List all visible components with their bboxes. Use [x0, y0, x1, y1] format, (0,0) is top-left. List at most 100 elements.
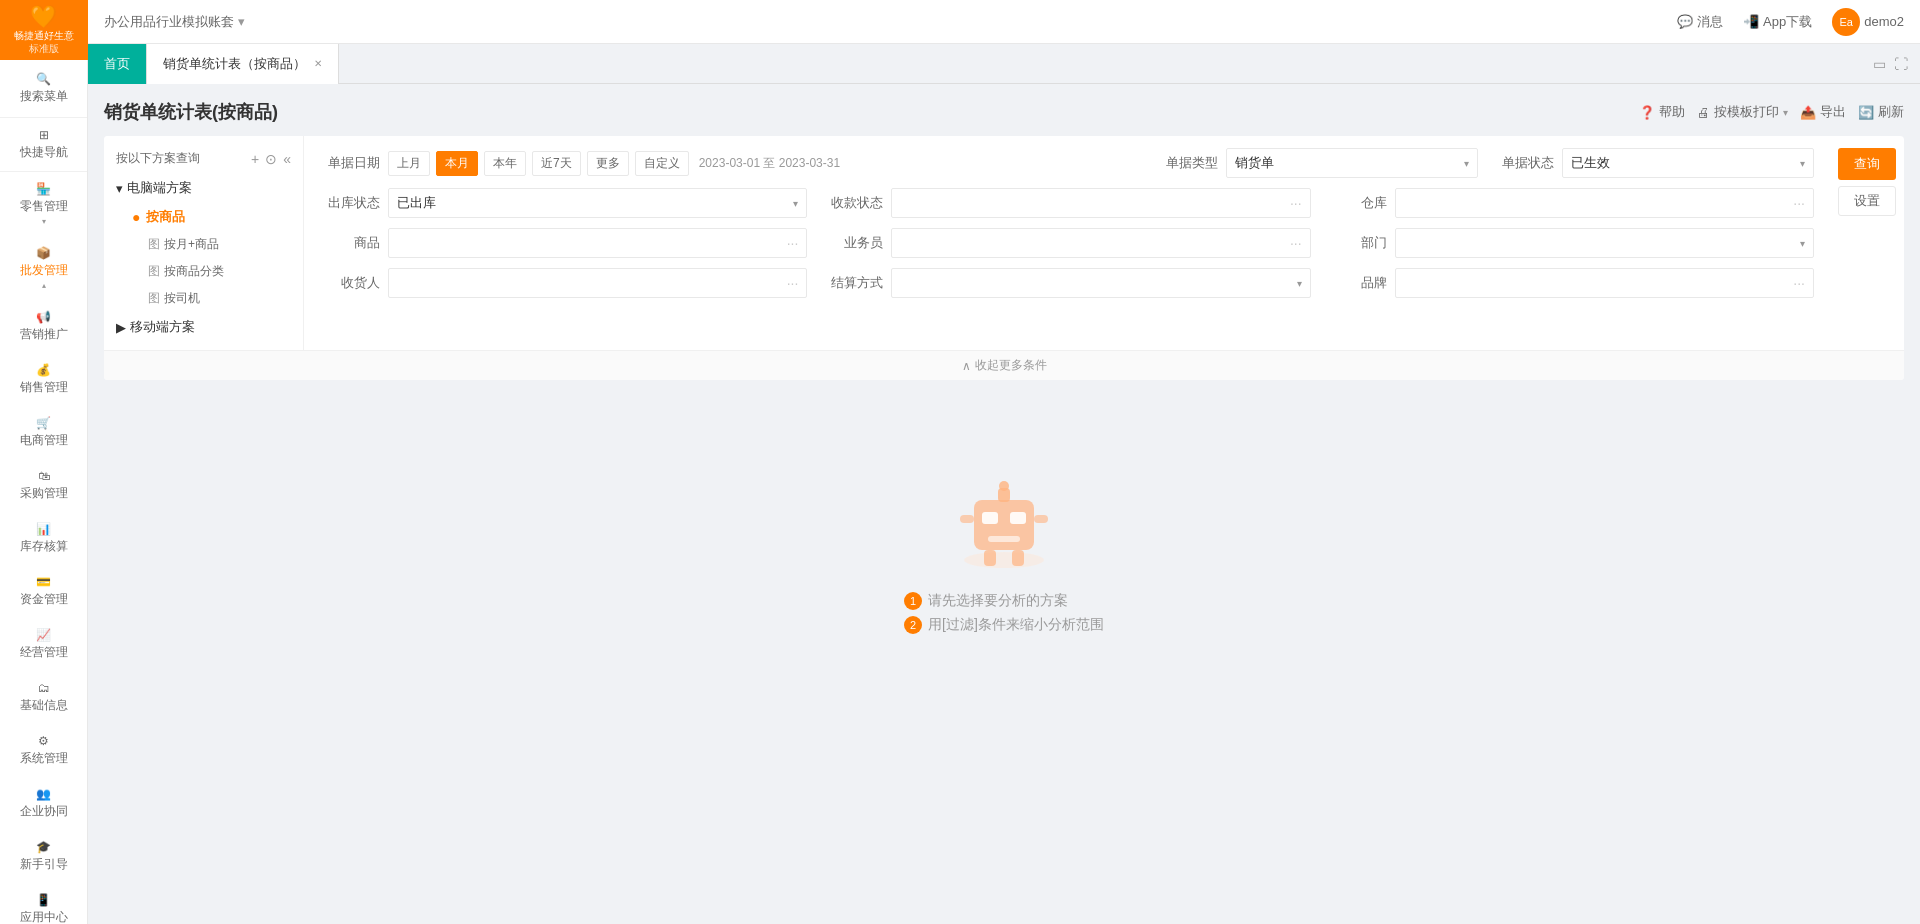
- refresh-icon: 🔄: [1858, 105, 1874, 120]
- receiver-select[interactable]: ···: [388, 268, 807, 298]
- collapse-bar[interactable]: ∧ 收起更多条件: [104, 350, 1904, 380]
- window-controls: ▭ ⛶: [1861, 56, 1920, 72]
- inventory-icon: 📊: [36, 522, 51, 536]
- filter-item-salesperson: 业务员 ···: [823, 228, 1310, 258]
- sidebar-item-quicknav[interactable]: ⊞ 快捷导航: [0, 118, 87, 172]
- maximize-button[interactable]: ⛶: [1894, 56, 1908, 72]
- receiver-label: 收货人: [320, 274, 380, 292]
- print-label: 按模板打印: [1714, 103, 1779, 121]
- scheme-item-driver[interactable]: 图 按司机: [104, 285, 303, 312]
- sidebar-item-basic-info[interactable]: 🗂 基础信息: [0, 671, 87, 724]
- sidebar-item-collab[interactable]: 👥 企业协同: [0, 777, 87, 830]
- tab-close-icon[interactable]: ✕: [314, 58, 322, 69]
- sidebar-item-apps[interactable]: 📱 应用中心: [0, 883, 87, 924]
- scheme-collapse-icon[interactable]: «: [283, 151, 291, 167]
- print-button[interactable]: 🖨 按模板打印 ▾: [1697, 103, 1788, 121]
- minimize-button[interactable]: ▭: [1873, 56, 1886, 72]
- scheme-add-icon[interactable]: +: [251, 151, 259, 167]
- sidebar-collab-label: 企业协同: [20, 803, 68, 820]
- sidebar-item-purchase[interactable]: 🛍 采购管理: [0, 459, 87, 512]
- chevron-down-icon: ▾: [1297, 278, 1302, 289]
- filter-item-receiver: 收货人 ···: [320, 268, 807, 298]
- doc-type-value: 销货单: [1235, 154, 1274, 172]
- date-btn-custom[interactable]: 自定义: [635, 151, 689, 176]
- svg-rect-7: [960, 515, 974, 523]
- tab-home[interactable]: 首页: [88, 44, 147, 84]
- settlement-select[interactable]: ▾: [891, 268, 1310, 298]
- app-download-button[interactable]: 📲 App下载: [1743, 13, 1812, 31]
- sidebar-item-system[interactable]: ⚙ 系统管理: [0, 724, 87, 777]
- sidebar-system-label: 系统管理: [20, 750, 68, 767]
- sidebar-apps-label: 应用中心: [20, 909, 68, 924]
- empty-state: 1 请先选择要分析的方案 2 用[过滤]条件来缩小分析范围: [104, 380, 1904, 714]
- date-btn-this-year[interactable]: 本年: [484, 151, 526, 176]
- salesperson-select[interactable]: ···: [891, 228, 1310, 258]
- date-btn-last-month[interactable]: 上月: [388, 151, 430, 176]
- brand-select[interactable]: ···: [1395, 268, 1814, 298]
- help-button[interactable]: ❓ 帮助: [1639, 103, 1685, 121]
- sidebar-item-management[interactable]: 📈 经营管理: [0, 618, 87, 671]
- settings-button[interactable]: 设置: [1838, 186, 1896, 216]
- ellipsis-icon: ···: [787, 275, 799, 291]
- sidebar-item-retail[interactable]: 🏪 零售管理 ▾: [0, 172, 87, 236]
- user-menu[interactable]: Ea demo2: [1832, 8, 1904, 36]
- out-status-select[interactable]: 已出库 ▾: [388, 188, 807, 218]
- date-label: 单据日期: [320, 154, 380, 172]
- date-btn-this-month[interactable]: 本月: [436, 151, 478, 176]
- breadcrumb-dropdown-icon[interactable]: ▾: [238, 14, 245, 29]
- refresh-label: 刷新: [1878, 103, 1904, 121]
- scheme-item-category[interactable]: 图 按商品分类: [104, 258, 303, 285]
- ecommerce-icon: 🛒: [36, 416, 51, 430]
- scheme-item-by-goods[interactable]: ● 按商品: [104, 203, 303, 231]
- warehouse-select[interactable]: ···: [1395, 188, 1814, 218]
- chevron-down-icon: ▾: [1800, 238, 1805, 249]
- doc-status-label: 单据状态: [1494, 154, 1554, 172]
- empty-hint-1-text: 请先选择要分析的方案: [928, 592, 1068, 610]
- month-goods-icon: 图: [148, 236, 160, 253]
- chevron-down-icon: ▾: [42, 217, 46, 226]
- sidebar-item-search[interactable]: 🔍 搜索菜单: [0, 60, 87, 118]
- topbar-actions: 💬 消息 📲 App下载 Ea demo2: [1677, 8, 1904, 36]
- filter-row-3: 商品 ··· 业务员 ···: [320, 228, 1814, 258]
- svg-rect-2: [982, 512, 998, 524]
- sidebar-item-wholesale[interactable]: 📦 批发管理 ▴: [0, 236, 87, 300]
- scheme-group-mobile-title[interactable]: ▶ 移动端方案: [104, 312, 303, 342]
- sidebar-finance-label: 资金管理: [20, 591, 68, 608]
- sidebar-item-guide[interactable]: 🎓 新手引导: [0, 830, 87, 883]
- goods-select[interactable]: ···: [388, 228, 807, 258]
- empty-text: 1 请先选择要分析的方案 2 用[过滤]条件来缩小分析范围: [904, 592, 1104, 634]
- export-icon: 📤: [1800, 105, 1816, 120]
- sidebar-item-sales[interactable]: 💰 销售管理: [0, 353, 87, 406]
- department-select[interactable]: ▾: [1395, 228, 1814, 258]
- collab-icon: 👥: [36, 787, 51, 801]
- tab-sales-stats[interactable]: 销货单统计表（按商品） ✕: [147, 44, 339, 84]
- filter-area: 单据日期 上月 本月 本年 近7天 更多 自定义 2023-03-01 至 20…: [304, 136, 1830, 350]
- svg-rect-9: [984, 550, 996, 566]
- scheme-edit-icon[interactable]: ⊙: [265, 151, 277, 167]
- query-button[interactable]: 查询: [1838, 148, 1896, 180]
- message-button[interactable]: 💬 消息: [1677, 13, 1723, 31]
- sidebar-item-ecommerce[interactable]: 🛒 电商管理: [0, 406, 87, 459]
- sidebar-inventory-label: 库存核算: [20, 538, 68, 555]
- sidebar-item-inventory[interactable]: 📊 库存核算: [0, 512, 87, 565]
- date-btn-more[interactable]: 更多: [587, 151, 629, 176]
- department-label: 部门: [1327, 234, 1387, 252]
- export-button[interactable]: 📤 导出: [1800, 103, 1846, 121]
- scheme-group-pc-title[interactable]: ▾ 电脑端方案: [104, 173, 303, 203]
- filter-item-department: 部门 ▾: [1327, 228, 1814, 258]
- scheme-item-month-goods[interactable]: 图 按月+商品: [104, 231, 303, 258]
- sidebar-item-marketing[interactable]: 📢 营销推广: [0, 300, 87, 353]
- sidebar-guide-label: 新手引导: [20, 856, 68, 873]
- svg-rect-4: [988, 536, 1020, 542]
- payment-status-select[interactable]: ···: [891, 188, 1310, 218]
- doc-status-select[interactable]: 已生效 ▾: [1562, 148, 1814, 178]
- sidebar-item-finance[interactable]: 💳 资金管理: [0, 565, 87, 618]
- svg-rect-8: [1034, 515, 1048, 523]
- sidebar-search-label: 搜索菜单: [20, 88, 68, 105]
- svg-rect-1: [974, 500, 1034, 550]
- refresh-button[interactable]: 🔄 刷新: [1858, 103, 1904, 121]
- date-btn-7days[interactable]: 近7天: [532, 151, 581, 176]
- ellipsis-icon: ···: [1793, 195, 1805, 211]
- breadcrumb-text: 办公用品行业模拟账套: [104, 13, 234, 31]
- doc-type-select[interactable]: 销货单 ▾: [1226, 148, 1478, 178]
